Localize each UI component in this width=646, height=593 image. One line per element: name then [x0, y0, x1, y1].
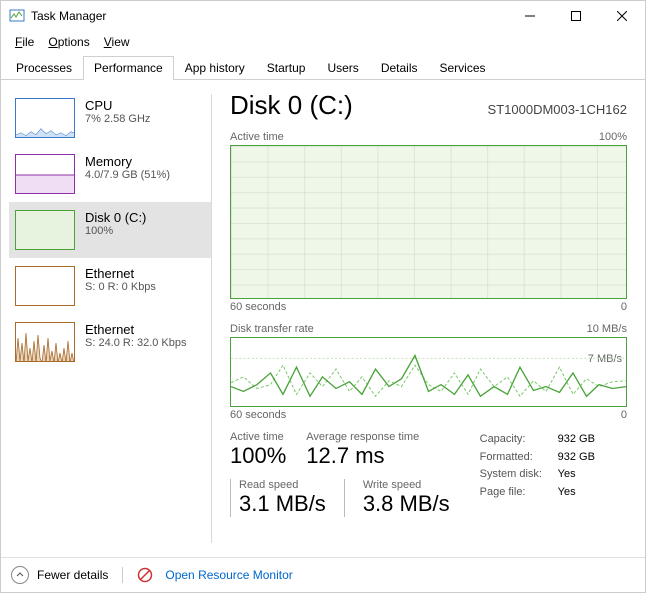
- sidebar-cpu-name: CPU: [85, 98, 150, 113]
- chart1-footer-right: 0: [621, 301, 627, 313]
- sidebar-disk-sub: 100%: [85, 225, 146, 237]
- chart2-label-left: Disk transfer rate: [230, 323, 314, 335]
- menu-view[interactable]: View: [98, 33, 136, 51]
- menubar: File Options View: [1, 31, 645, 55]
- open-resource-monitor-link[interactable]: Open Resource Monitor: [165, 568, 292, 582]
- close-button[interactable]: [599, 1, 645, 31]
- stat-read-label: Read speed: [239, 479, 326, 491]
- sidebar-memory-name: Memory: [85, 154, 170, 169]
- tab-apphistory[interactable]: App history: [174, 56, 256, 80]
- stat-write-value: 3.8 MB/s: [363, 491, 450, 517]
- sidebar-item-memory[interactable]: Memory 4.0/7.9 GB (51%): [9, 146, 211, 202]
- window-title: Task Manager: [31, 9, 106, 23]
- sidebar-eth0-name: Ethernet: [85, 266, 156, 281]
- sidebar-item-eth1[interactable]: Ethernet S: 24.0 R: 32.0 Kbps: [9, 314, 211, 370]
- chart1-footer-left: 60 seconds: [230, 301, 286, 313]
- tab-users[interactable]: Users: [316, 56, 369, 80]
- chart2-footer-left: 60 seconds: [230, 409, 286, 421]
- tab-details[interactable]: Details: [370, 56, 429, 80]
- app-icon: [9, 8, 25, 24]
- sidebar-disk-name: Disk 0 (C:): [85, 210, 146, 225]
- sidebar-memory-sub: 4.0/7.9 GB (51%): [85, 169, 170, 181]
- tab-performance[interactable]: Performance: [83, 56, 174, 80]
- maximize-button[interactable]: [553, 1, 599, 31]
- stat-read-value: 3.1 MB/s: [239, 491, 326, 517]
- sidebar-eth1-name: Ethernet: [85, 322, 187, 337]
- minimize-button[interactable]: [507, 1, 553, 31]
- tab-bar: Processes Performance App history Startu…: [1, 55, 645, 80]
- sidebar-item-cpu[interactable]: CPU 7% 2.58 GHz: [9, 90, 211, 146]
- separator: [122, 567, 123, 583]
- menu-file[interactable]: File: [9, 33, 40, 51]
- menu-options[interactable]: Options: [42, 33, 95, 51]
- stat-active-time-label: Active time: [230, 431, 286, 443]
- footer: Fewer details Open Resource Monitor: [1, 557, 645, 591]
- titlebar: Task Manager: [1, 1, 645, 31]
- tab-processes[interactable]: Processes: [5, 56, 83, 80]
- tab-startup[interactable]: Startup: [256, 56, 317, 80]
- disk-properties: Capacity:932 GB Formatted:932 GB System …: [480, 431, 595, 517]
- stat-avg-resp-value: 12.7 ms: [306, 443, 419, 469]
- stat-active-time-value: 100%: [230, 443, 286, 469]
- chart1-label-right: 100%: [599, 131, 627, 143]
- fewer-details-button[interactable]: Fewer details: [37, 568, 108, 582]
- sidebar-eth1-sub: S: 24.0 R: 32.0 Kbps: [85, 337, 187, 349]
- stat-write-label: Write speed: [363, 479, 450, 491]
- stats-area: Active time 100% Average response time 1…: [230, 431, 627, 517]
- sidebar-item-eth0[interactable]: Ethernet S: 0 R: 0 Kbps: [9, 258, 211, 314]
- sidebar-eth0-sub: S: 0 R: 0 Kbps: [85, 281, 156, 293]
- chart-active-time: [230, 145, 627, 299]
- chart2-footer-right: 0: [621, 409, 627, 421]
- tab-services[interactable]: Services: [429, 56, 497, 80]
- main-panel: Disk 0 (C:) ST1000DM003-1CH162 Active ti…: [212, 80, 645, 557]
- chart1-label-left: Active time: [230, 131, 284, 143]
- stat-avg-resp-label: Average response time: [306, 431, 419, 443]
- chart2-label-right: 10 MB/s: [587, 323, 627, 335]
- chevron-up-icon[interactable]: [11, 566, 29, 584]
- page-title: Disk 0 (C:): [230, 90, 353, 121]
- resmon-icon: [137, 567, 153, 583]
- sidebar-item-disk[interactable]: Disk 0 (C:) 100%: [9, 202, 211, 258]
- sidebar-cpu-sub: 7% 2.58 GHz: [85, 113, 150, 125]
- sidebar: CPU 7% 2.58 GHz Memory 4.0/7.9 GB (51%): [1, 80, 211, 557]
- disk-model: ST1000DM003-1CH162: [488, 102, 627, 117]
- chart-transfer-rate: 7 MB/s: [230, 337, 627, 407]
